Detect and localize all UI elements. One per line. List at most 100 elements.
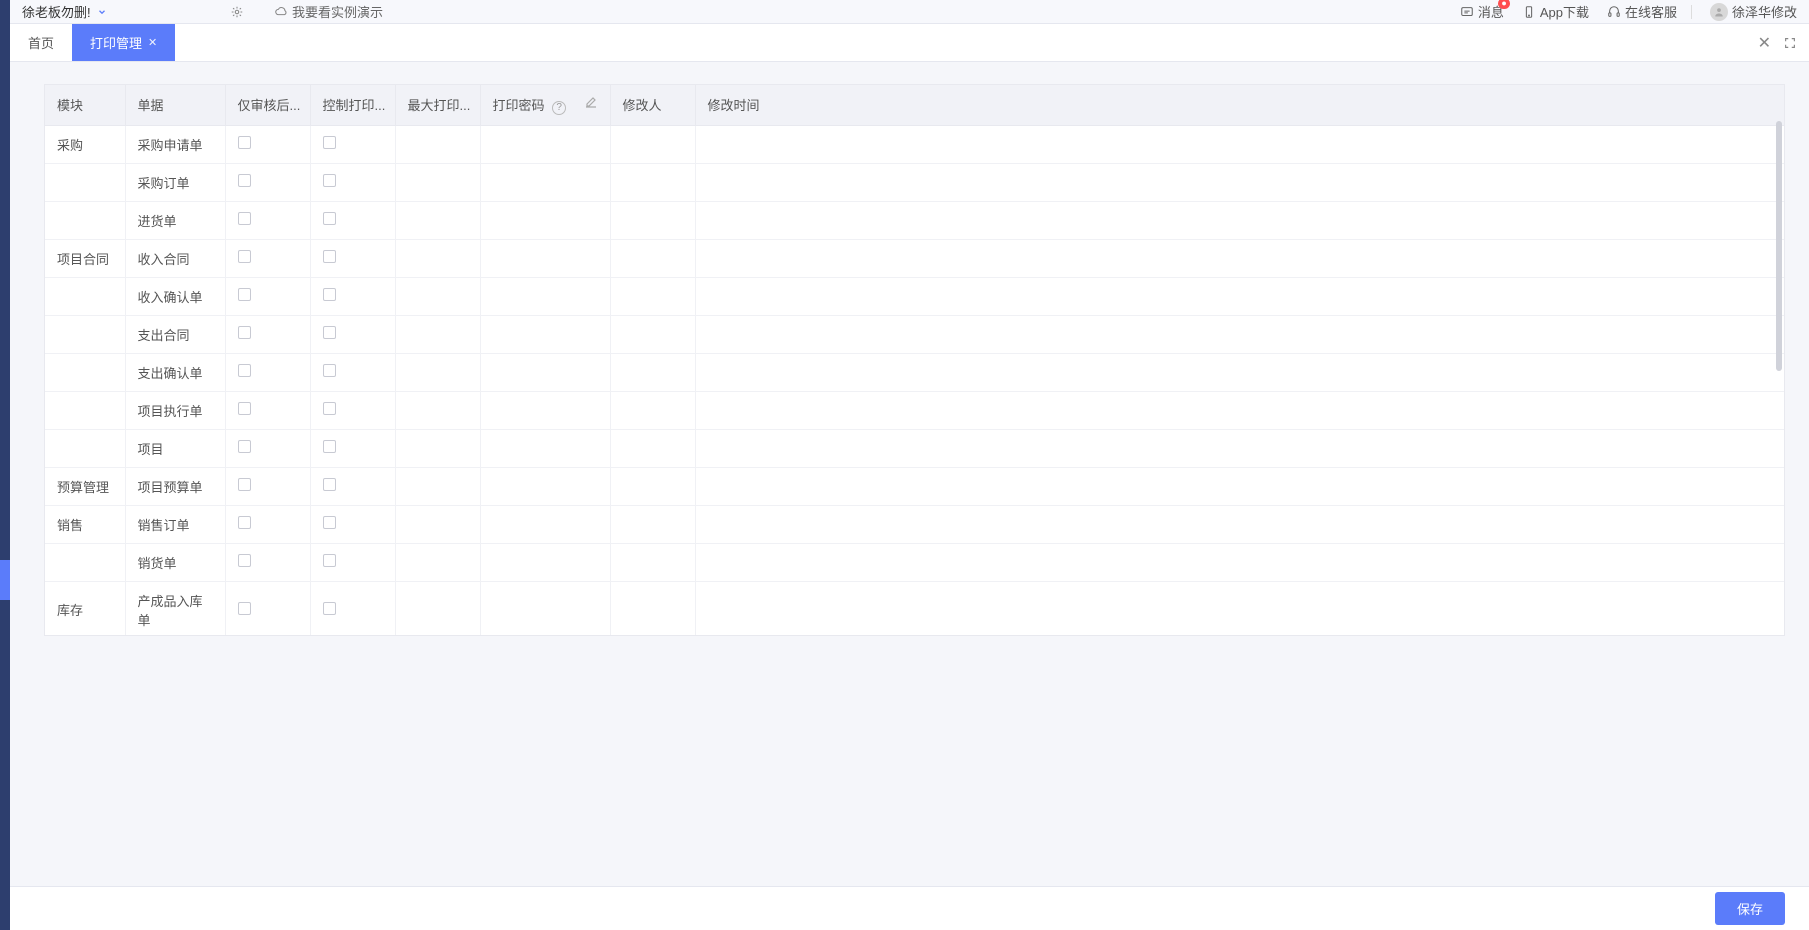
checkbox[interactable] [238,288,251,301]
cell-doc: 支出确认单 [125,353,225,391]
checkbox[interactable] [323,288,336,301]
checkbox[interactable] [238,602,251,615]
cell-modify-time [695,239,1784,277]
cell-modifier [610,353,695,391]
close-all-icon[interactable]: ✕ [1758,33,1771,53]
cell-doc: 销货单 [125,543,225,581]
checkbox[interactable] [238,402,251,415]
cell-print-pass [480,125,610,163]
checkbox[interactable] [238,250,251,263]
cell-module [45,429,125,467]
cell-print-pass [480,581,610,636]
checkbox[interactable] [323,602,336,615]
checkbox[interactable] [238,440,251,453]
cell-modifier [610,277,695,315]
cell-doc: 采购订单 [125,163,225,201]
cell-max-print [395,277,480,315]
headset-icon [1607,5,1621,19]
app-download-link[interactable]: App下载 [1522,2,1589,21]
th-modifier: 修改人 [610,85,695,125]
checkbox[interactable] [238,174,251,187]
cell-max-print [395,505,480,543]
tab-home[interactable]: 首页 [10,24,72,61]
table-row: 项目 [45,429,1784,467]
cell-module [45,543,125,581]
cell-modifier [610,163,695,201]
app-download-label: App下载 [1540,2,1589,21]
cell-modify-time [695,505,1784,543]
divider [1691,5,1692,19]
checkbox[interactable] [238,326,251,339]
save-button[interactable]: 保存 [1715,892,1785,925]
edit-icon[interactable] [584,95,598,109]
fullscreen-icon[interactable] [1783,36,1797,50]
online-service-link[interactable]: 在线客服 [1607,2,1677,21]
checkbox[interactable] [323,402,336,415]
tab-print-mgmt-label: 打印管理 [90,33,142,52]
checkbox[interactable] [323,212,336,225]
checkbox[interactable] [323,136,336,149]
cell-ctrl-checkbox [310,277,395,315]
tab-print-mgmt[interactable]: 打印管理 ✕ [72,24,175,61]
cell-ctrl-checkbox [310,391,395,429]
table-row: 采购订单 [45,163,1784,201]
cell-doc: 项目预算单 [125,467,225,505]
cell-modify-time [695,581,1784,636]
cell-modifier [610,505,695,543]
table-row: 项目合同收入合同 [45,239,1784,277]
cell-max-print [395,163,480,201]
message-icon [1460,5,1474,19]
user-menu[interactable]: 徐泽华修改 [1710,2,1797,21]
org-selector[interactable]: 徐老板勿删! [22,2,222,21]
cell-max-print [395,467,480,505]
cell-doc: 项目执行单 [125,391,225,429]
checkbox[interactable] [323,554,336,567]
checkbox[interactable] [323,174,336,187]
th-ctrl-print: 控制打印... [310,85,395,125]
cell-modifier [610,429,695,467]
cell-modify-time [695,277,1784,315]
help-icon[interactable]: ? [552,101,566,115]
left-nav-rail[interactable] [0,0,10,930]
cell-max-print [395,429,480,467]
checkbox[interactable] [238,478,251,491]
cell-audit-checkbox [225,543,310,581]
gear-icon[interactable] [230,5,244,19]
close-icon[interactable]: ✕ [148,36,157,49]
cell-max-print [395,543,480,581]
cell-doc: 进货单 [125,201,225,239]
demo-link[interactable]: 我要看实例演示 [274,2,383,21]
cloud-icon [274,5,288,19]
checkbox[interactable] [323,250,336,263]
checkbox[interactable] [238,212,251,225]
checkbox[interactable] [323,326,336,339]
checkbox[interactable] [323,478,336,491]
username-label: 徐泽华修改 [1732,2,1797,21]
cell-modify-time [695,201,1784,239]
org-name: 徐老板勿删! [22,2,91,21]
cell-modifier [610,315,695,353]
table-row: 支出合同 [45,315,1784,353]
cell-module [45,315,125,353]
tab-home-label: 首页 [28,33,54,52]
tabs-bar: 首页 打印管理 ✕ ✕ [10,24,1809,62]
cell-ctrl-checkbox [310,543,395,581]
checkbox[interactable] [238,516,251,529]
checkbox[interactable] [238,554,251,567]
checkbox[interactable] [323,516,336,529]
checkbox[interactable] [323,364,336,377]
cell-audit-checkbox [225,353,310,391]
table-row: 库存产成品入库单 [45,581,1784,636]
cell-module: 项目合同 [45,239,125,277]
top-header: 徐老板勿删! 我要看实例演示 消息 ● App下载 在线客服 [10,0,1809,24]
cell-doc: 项目 [125,429,225,467]
cell-audit-checkbox [225,201,310,239]
messages-badge: ● [1498,0,1509,9]
checkbox[interactable] [323,440,336,453]
vertical-scrollbar[interactable] [1776,121,1782,371]
cell-print-pass [480,201,610,239]
checkbox[interactable] [238,364,251,377]
cell-audit-checkbox [225,163,310,201]
messages-link[interactable]: 消息 ● [1460,2,1504,21]
checkbox[interactable] [238,136,251,149]
